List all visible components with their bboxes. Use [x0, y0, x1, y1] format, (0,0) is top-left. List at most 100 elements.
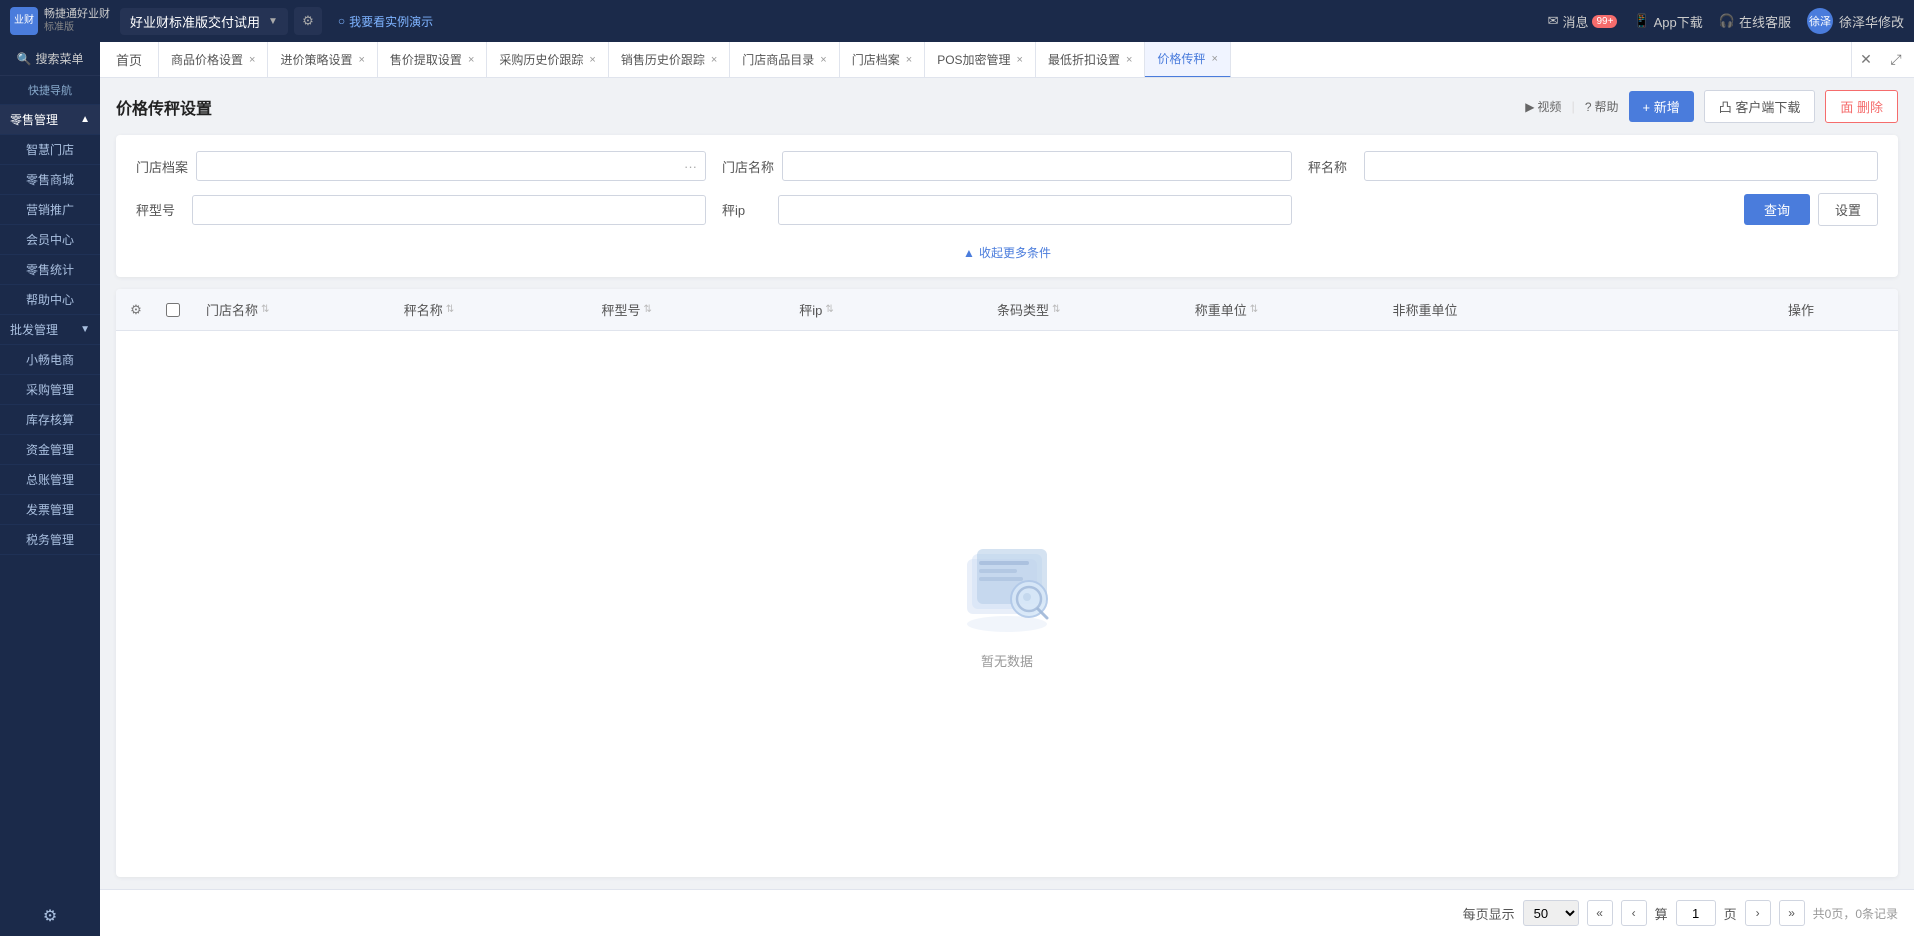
- next-page-btn[interactable]: ›: [1745, 900, 1771, 926]
- tab-bar-actions: ✕ ⤢: [1851, 42, 1914, 77]
- tab-close-price-strategy[interactable]: ×: [249, 54, 255, 66]
- sidebar-item-invoice[interactable]: 发票管理: [0, 495, 100, 525]
- sidebar-search[interactable]: 🔍 搜索菜单: [0, 42, 100, 76]
- prev-page-btn[interactable]: ‹: [1621, 900, 1647, 926]
- top-bar: 业财 畅捷通好业财 标准版 好业财标准版交付试用 ▼ ⚙ ○ 我要看实例演示 ✉…: [0, 0, 1914, 42]
- sidebar-settings-btn[interactable]: ⚙: [0, 896, 100, 936]
- sidebar-item-retail-stats[interactable]: 零售统计: [0, 255, 100, 285]
- tab-price-strategy[interactable]: 商品价格设置 ×: [159, 42, 268, 78]
- tab-close-all-btn[interactable]: ✕: [1852, 46, 1880, 74]
- th-settings: ⚙: [116, 300, 156, 320]
- tab-sale-history[interactable]: 销售历史价跟踪 ×: [609, 42, 730, 78]
- demo-link[interactable]: ○ 我要看实例演示: [338, 13, 433, 30]
- tab-close-sale-extract[interactable]: ×: [468, 54, 474, 66]
- tab-close-purchase-history[interactable]: ×: [589, 54, 595, 66]
- field-scale-ip: 秤ip: [722, 193, 1292, 226]
- edition-selector[interactable]: 好业财标准版交付试用 ▼: [120, 8, 288, 35]
- messages-btn[interactable]: ✉ 消息 99+: [1548, 12, 1618, 31]
- sidebar-item-finance[interactable]: 资金管理: [0, 435, 100, 465]
- collapse-btn[interactable]: ▲ 收起更多条件: [963, 244, 1051, 261]
- sidebar-item-mini-ecom[interactable]: 小畅电商: [0, 345, 100, 375]
- headset-icon: 🎧: [1719, 13, 1735, 29]
- scale-ip-input[interactable]: [778, 195, 1292, 225]
- store-file-input[interactable]: ···: [196, 151, 706, 181]
- page-actions: ▶ 视频 | ? 帮助 + 新增 凸 客户端下载 面 删除: [1525, 90, 1898, 123]
- th-barcode-type: 条码类型 ⇅: [987, 300, 1185, 319]
- video-link[interactable]: ▶ 视频: [1525, 98, 1561, 115]
- tab-store-catalog[interactable]: 门店商品目录 ×: [730, 42, 839, 78]
- table-settings-icon[interactable]: ⚙: [126, 300, 146, 320]
- sidebar-item-general-ledger[interactable]: 总账管理: [0, 465, 100, 495]
- selector-settings-icon[interactable]: ⚙: [294, 7, 322, 35]
- th-action: 操作: [1778, 300, 1898, 319]
- tab-close-store-catalog[interactable]: ×: [820, 54, 826, 66]
- tab-purchase-strategy[interactable]: 进价策略设置 ×: [268, 42, 377, 78]
- arrow-icon: ▼: [80, 324, 90, 335]
- page-input[interactable]: [1676, 900, 1716, 926]
- sidebar-item-marketing[interactable]: 营销推广: [0, 195, 100, 225]
- per-page-select[interactable]: 10 20 50 100: [1523, 900, 1579, 926]
- last-page-btn[interactable]: »: [1779, 900, 1805, 926]
- logo-area: 业财 畅捷通好业财 标准版: [10, 7, 110, 35]
- tab-store-file[interactable]: 门店档案 ×: [840, 42, 925, 78]
- sidebar-item-retail[interactable]: 零售管理 ▲: [0, 105, 100, 135]
- field-scale-model: 秤型号: [136, 193, 706, 226]
- sidebar-item-member[interactable]: 会员中心: [0, 225, 100, 255]
- settings-button[interactable]: 设置: [1818, 193, 1878, 226]
- sort-icon-scale-ip[interactable]: ⇅: [825, 304, 833, 315]
- tab-close-sale-history[interactable]: ×: [711, 54, 717, 66]
- sort-icon-scale-name[interactable]: ⇅: [446, 304, 454, 315]
- tab-maximize-btn[interactable]: ⤢: [1882, 46, 1910, 74]
- user-info[interactable]: 徐泽 徐泽华修改: [1807, 8, 1904, 34]
- online-service-btn[interactable]: 🎧 在线客服: [1719, 12, 1791, 31]
- tab-home[interactable]: 首页: [100, 42, 159, 78]
- sidebar-quick-nav[interactable]: 快捷导航: [0, 76, 100, 105]
- sort-icon-store-name[interactable]: ⇅: [261, 304, 269, 315]
- tab-min-discount[interactable]: 最低折扣设置 ×: [1036, 42, 1145, 78]
- add-button[interactable]: + 新增: [1629, 91, 1694, 122]
- arrow-icon: ▲: [80, 114, 90, 125]
- page-title: 价格传秤设置: [116, 95, 212, 119]
- tab-price-scale[interactable]: 价格传秤 ×: [1145, 42, 1230, 78]
- sidebar-item-inventory[interactable]: 库存核算: [0, 405, 100, 435]
- tab-close-price-scale[interactable]: ×: [1211, 53, 1217, 65]
- scale-name-label: 秤名称: [1308, 157, 1356, 176]
- scale-model-input[interactable]: [192, 195, 706, 225]
- th-store-name: 门店名称 ⇅: [196, 300, 394, 319]
- th-scale-ip: 秤ip ⇅: [789, 300, 987, 319]
- tab-purchase-history[interactable]: 采购历史价跟踪 ×: [487, 42, 608, 78]
- field-scale-name: 秤名称: [1308, 151, 1878, 181]
- first-page-btn[interactable]: «: [1587, 900, 1613, 926]
- tab-close-pos-manage[interactable]: ×: [1017, 54, 1023, 66]
- tab-sale-extract[interactable]: 售价提取设置 ×: [378, 42, 487, 78]
- sidebar-item-tax[interactable]: 税务管理: [0, 525, 100, 555]
- sidebar-item-ecommerce[interactable]: 零售商城: [0, 165, 100, 195]
- empty-text: 暂无数据: [981, 651, 1033, 670]
- sort-icon-barcode-type[interactable]: ⇅: [1052, 304, 1060, 315]
- query-settings-group: 查询 设置: [1308, 193, 1878, 226]
- app-download-btn[interactable]: 📱 App下载: [1633, 12, 1702, 31]
- sidebar: 🔍 搜索菜单 快捷导航 零售管理 ▲ 智慧门店 零售商城 营销推广 会员中心 零…: [0, 42, 100, 936]
- search-panel: 门店档案 ··· 门店名称 秤名称: [116, 135, 1898, 277]
- messages-badge: 99+: [1592, 15, 1617, 28]
- sidebar-item-wholesale[interactable]: 批发管理 ▼: [0, 315, 100, 345]
- query-button[interactable]: 查询: [1744, 194, 1810, 225]
- help-icon: ?: [1585, 100, 1592, 114]
- scale-name-input[interactable]: [1364, 151, 1878, 181]
- tab-close-min-discount[interactable]: ×: [1126, 54, 1132, 66]
- select-all-checkbox[interactable]: [166, 303, 180, 317]
- sort-icon-scale-model[interactable]: ⇅: [644, 304, 652, 315]
- store-name-input[interactable]: [782, 151, 1292, 181]
- sidebar-item-smart-store[interactable]: 智慧门店: [0, 135, 100, 165]
- tab-close-purchase-strategy[interactable]: ×: [358, 54, 364, 66]
- sidebar-item-help[interactable]: 帮助中心: [0, 285, 100, 315]
- sidebar-item-purchase[interactable]: 采购管理: [0, 375, 100, 405]
- download-button[interactable]: 凸 客户端下载: [1704, 90, 1816, 123]
- tab-close-store-file[interactable]: ×: [906, 54, 912, 66]
- help-link[interactable]: ? 帮助: [1585, 98, 1619, 115]
- delete-button[interactable]: 面 删除: [1825, 90, 1898, 123]
- message-icon: ✉: [1548, 13, 1559, 29]
- phone-icon: 📱: [1633, 13, 1649, 29]
- tab-pos-manage[interactable]: POS加密管理 ×: [925, 42, 1036, 78]
- sort-icon-weight-unit[interactable]: ⇅: [1250, 304, 1258, 315]
